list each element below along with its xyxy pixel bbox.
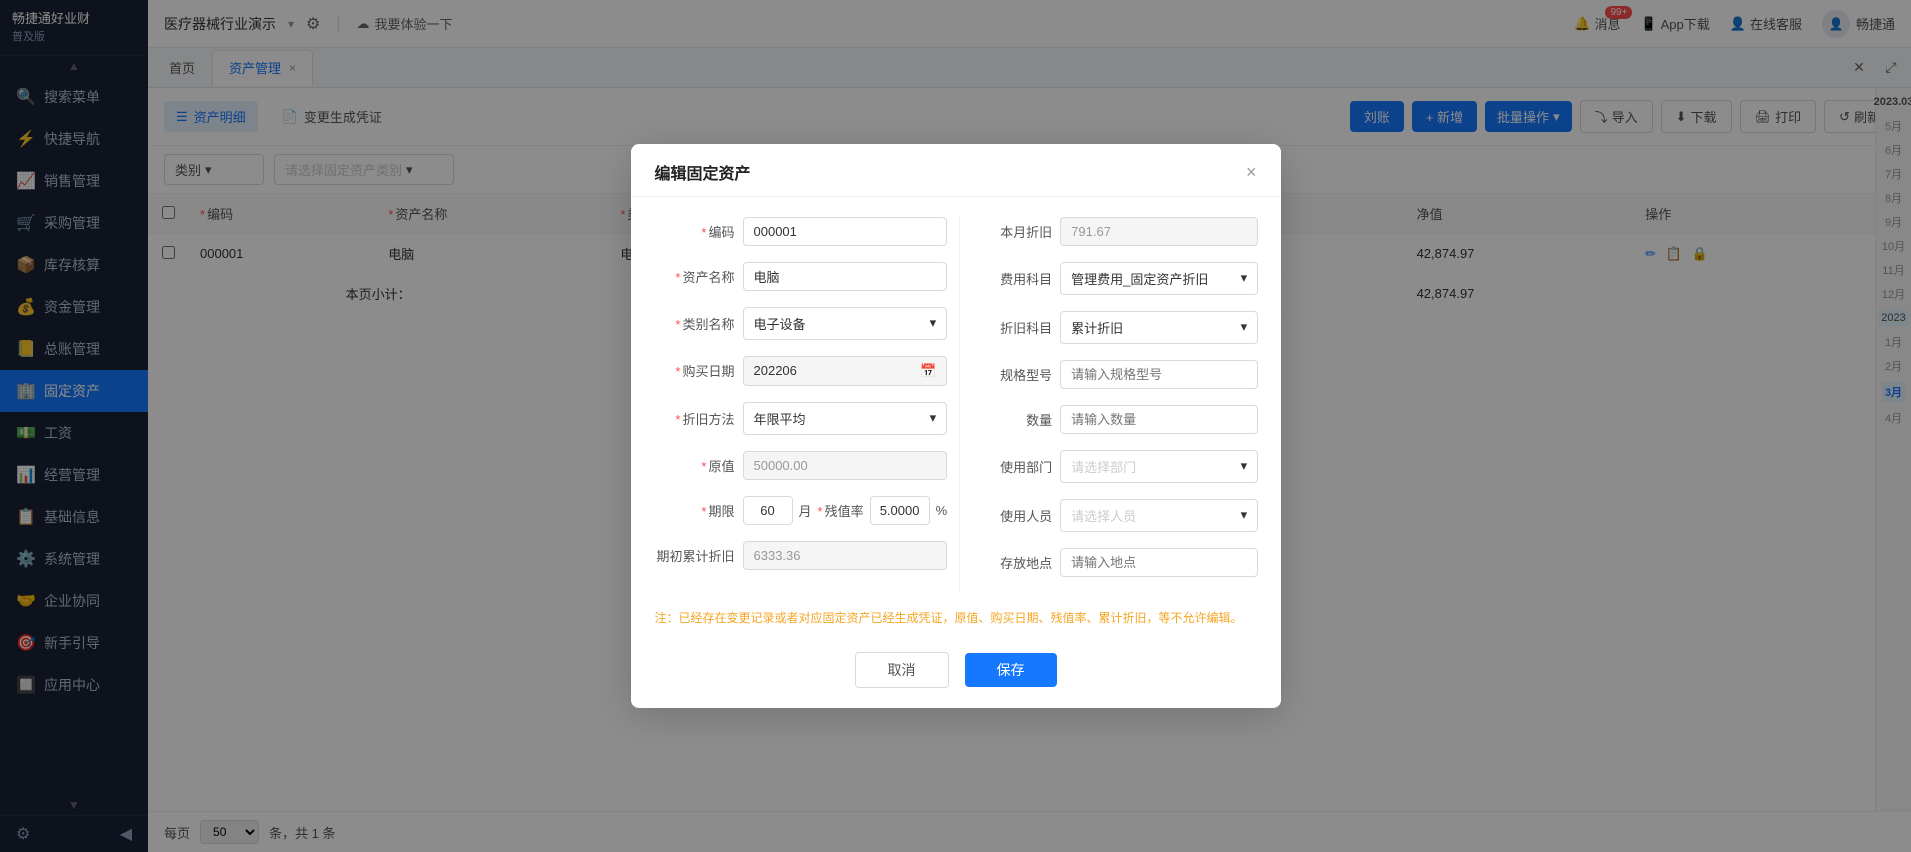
form-row-initial-dep: 期初累计折旧 [655, 541, 948, 570]
dept-dropdown-icon: ▾ [1241, 458, 1248, 474]
original-value-input[interactable] [743, 451, 948, 480]
initial-dep-input[interactable] [743, 541, 948, 570]
calendar-icon: 📅 [920, 363, 936, 379]
period-row: 月 *残值率 % [743, 496, 948, 525]
form-row-original-value: *原值 [655, 451, 948, 480]
edit-asset-modal: 编辑固定资产 × *编码 *资产名称 [631, 144, 1281, 708]
dep-method-select[interactable]: 年限平均 ▾ [743, 402, 948, 435]
user-dropdown-icon: ▾ [1241, 507, 1248, 523]
modal-form: *编码 *资产名称 *类别名称 [655, 217, 1257, 593]
category-dropdown-icon: ▾ [930, 315, 937, 331]
form-row-period: *期限 月 *残值率 % [655, 496, 948, 525]
spec-input[interactable] [1060, 360, 1258, 389]
period-unit: 月 [799, 501, 812, 520]
modal-header: 编辑固定资产 × [631, 144, 1281, 197]
user-select[interactable]: 请选择人员 ▾ [1060, 499, 1258, 532]
category-select[interactable]: 电子设备 ▾ [743, 307, 948, 340]
form-col-left: *编码 *资产名称 *类别名称 [655, 217, 961, 593]
expense-subject-select[interactable]: 管理费用_固定资产折旧 ▾ [1060, 262, 1258, 295]
quantity-input[interactable] [1060, 405, 1258, 434]
code-label: *编码 [655, 222, 735, 241]
form-row-dep-subject: 折旧科目 累计折旧 ▾ [972, 311, 1258, 344]
code-input[interactable] [743, 217, 948, 246]
save-button[interactable]: 保存 [965, 653, 1057, 687]
form-row-purchase-date: *购买日期 202206 📅 [655, 356, 948, 386]
dep-method-dropdown-icon: ▾ [930, 410, 937, 426]
period-label: *期限 [655, 501, 735, 520]
residual-rate-input[interactable] [870, 496, 930, 525]
category-label: *类别名称 [655, 314, 735, 333]
form-row-cur-dep: 本月折旧 [972, 217, 1258, 246]
asset-name-label: *资产名称 [655, 267, 735, 286]
spec-label: 规格型号 [972, 365, 1052, 384]
cancel-button[interactable]: 取消 [855, 652, 949, 688]
user-label: 使用人员 [972, 506, 1052, 525]
residual-rate-unit: % [936, 503, 948, 518]
form-col-right: 本月折旧 费用科目 管理费用_固定资产折旧 ▾ 折旧科目 [960, 217, 1258, 593]
modal-title: 编辑固定资产 [655, 160, 751, 184]
form-row-department: 使用部门 请选择部门 ▾ [972, 450, 1258, 483]
dep-subject-select[interactable]: 累计折旧 ▾ [1060, 311, 1258, 344]
form-row-quantity: 数量 [972, 405, 1258, 434]
dep-method-label: *折旧方法 [655, 409, 735, 428]
modal-note: 注：已经存在变更记录或者对应固定资产已经生成凭证，原值、购买日期、残值率、累计折… [631, 601, 1281, 640]
form-row-spec: 规格型号 [972, 360, 1258, 389]
form-row-category: *类别名称 电子设备 ▾ [655, 307, 948, 340]
original-value-label: *原值 [655, 456, 735, 475]
initial-dep-label: 期初累计折旧 [655, 546, 735, 565]
asset-name-input[interactable] [743, 262, 948, 291]
purchase-date-input[interactable]: 202206 📅 [743, 356, 948, 386]
residual-rate-label: *残值率 [818, 501, 864, 520]
modal-footer: 取消 保存 [631, 640, 1281, 708]
modal-body: *编码 *资产名称 *类别名称 [631, 197, 1281, 601]
purchase-date-label: *购买日期 [655, 361, 735, 380]
department-label: 使用部门 [972, 457, 1052, 476]
form-row-dep-method: *折旧方法 年限平均 ▾ [655, 402, 948, 435]
form-row-location: 存放地点 [972, 548, 1258, 577]
modal-overlay[interactable]: 编辑固定资产 × *编码 *资产名称 [0, 0, 1911, 852]
form-row-code: *编码 [655, 217, 948, 246]
modal-close-btn[interactable]: × [1246, 163, 1257, 181]
cur-dep-input[interactable] [1060, 217, 1258, 246]
expense-subject-label: 费用科目 [972, 269, 1052, 288]
dep-subject-label: 折旧科目 [972, 318, 1052, 337]
form-row-user: 使用人员 请选择人员 ▾ [972, 499, 1258, 532]
location-label: 存放地点 [972, 553, 1052, 572]
location-input[interactable] [1060, 548, 1258, 577]
form-row-expense-subject: 费用科目 管理费用_固定资产折旧 ▾ [972, 262, 1258, 295]
dep-subject-dropdown-icon: ▾ [1241, 319, 1248, 335]
cur-dep-label: 本月折旧 [972, 222, 1052, 241]
quantity-label: 数量 [972, 410, 1052, 429]
period-input[interactable] [743, 496, 793, 525]
department-select[interactable]: 请选择部门 ▾ [1060, 450, 1258, 483]
form-row-asset-name: *资产名称 [655, 262, 948, 291]
expense-subject-dropdown-icon: ▾ [1241, 270, 1248, 286]
